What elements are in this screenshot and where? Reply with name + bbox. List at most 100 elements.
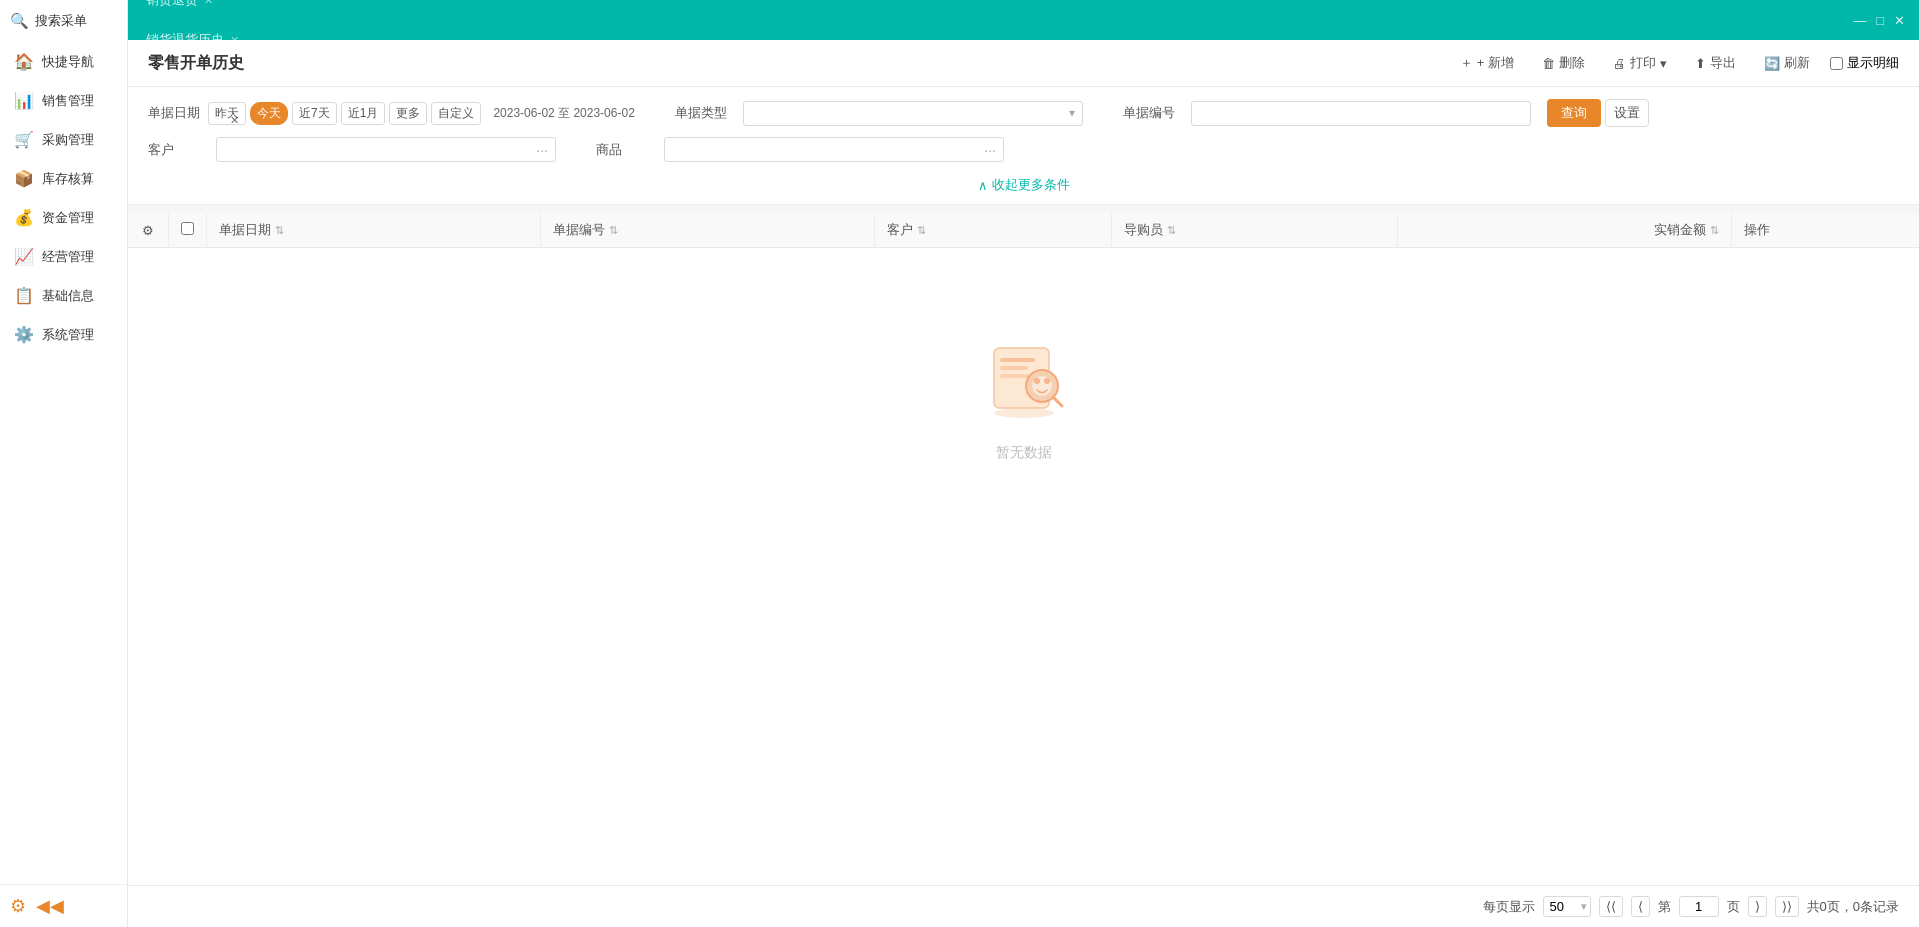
customer-input-wrap: ··· (216, 137, 556, 162)
sidebar-item-inventory[interactable]: 📦 库存核算 (0, 159, 127, 198)
delete-button[interactable]: 🗑 删除 (1534, 50, 1593, 76)
doc-type-select-wrap: ▾ (743, 101, 1083, 126)
display-cols-checkbox-wrap[interactable]: 显示明细 (1830, 54, 1899, 72)
date-btn-custom[interactable]: 自定义 (431, 102, 481, 125)
sidebar-item-quick-nav[interactable]: 🏠快捷导航 (0, 42, 127, 81)
goods-dots-icon[interactable]: ··· (984, 142, 996, 158)
sidebar-search[interactable]: 🔍 搜索采单 (0, 0, 127, 42)
tab-close-sales-return-history[interactable]: ✕ (230, 34, 239, 47)
print-button[interactable]: 🖨 打印 ▾ (1605, 50, 1675, 76)
date-btn-last7[interactable]: 近7天 (292, 102, 337, 125)
sidebar-item-label: 库存核算 (42, 170, 94, 188)
sidebar-item-purchase-mgmt[interactable]: 🛒采购管理 (0, 120, 127, 159)
tab-bar-right: — □ ✕ (1853, 13, 1915, 28)
toolbar: ＋ + 新增 🗑 删除 🖨 打印 ▾ ⬆ 导出 🔄 (1452, 50, 1899, 76)
th-settings[interactable]: ⚙ (128, 213, 168, 248)
date-btn-today[interactable]: 今天 (250, 102, 288, 125)
main-area: 首页销售订单✕销货退货✕销货退货历史✕零售开单✕零售开单历史✕ — □ ✕ 零售… (128, 0, 1919, 927)
collapse-label: 收起更多条件 (992, 176, 1070, 194)
customer-input[interactable] (216, 137, 556, 162)
collapse-icon[interactable]: ◀◀ (36, 895, 64, 917)
tab-bar: 首页销售订单✕销货退货✕销货退货历史✕零售开单✕零售开单历史✕ — □ ✕ (128, 0, 1919, 40)
tab-close-retail-open-history[interactable]: ✕ (230, 114, 239, 127)
window-minimize-btn[interactable]: — (1853, 13, 1866, 28)
th-number[interactable]: 单据编号 ⇅ (540, 213, 874, 248)
sidebar-item-ops-mgmt[interactable]: 📈 经营管理 (0, 237, 127, 276)
inventory-icon: 📦 (14, 169, 34, 188)
doc-type-select[interactable] (743, 101, 1083, 126)
filter-row-1: 单据日期 昨天今天近7天近1月更多自定义 2023-06-02 至 2023-0… (148, 99, 1899, 127)
sidebar-item-sys-mgmt[interactable]: ⚙️系统管理 (0, 315, 127, 354)
svg-rect-4 (1000, 374, 1032, 378)
customer-dots-icon[interactable]: ··· (536, 142, 548, 158)
sidebar-item-basic-info[interactable]: 📋 基础信息 (0, 276, 127, 315)
doc-number-input[interactable] (1191, 101, 1531, 126)
goods-input-wrap: ··· (664, 137, 1004, 162)
page-content: 零售开单历史 ＋ + 新增 🗑 删除 🖨 打印 ▾ ⬆ 导出 (128, 40, 1919, 927)
settings-icon[interactable]: ⚙ (10, 895, 26, 917)
page-number-input[interactable] (1679, 896, 1719, 917)
collapse-bar[interactable]: ∧ 收起更多条件 (148, 172, 1899, 194)
data-table: ⚙ 单据日期 ⇅ 单据编号 (128, 213, 1919, 248)
delete-icon: 🗑 (1542, 56, 1555, 71)
tab-close-sales-return[interactable]: ✕ (204, 0, 213, 7)
empty-text: 暂无数据 (996, 444, 1052, 462)
page-size-wrap: 50 10 20 100 ▾ (1543, 896, 1591, 917)
refresh-button[interactable]: 🔄 刷新 (1756, 50, 1818, 76)
first-page-btn[interactable]: ⟨⟨ (1599, 896, 1623, 917)
basic-info-icon: 📋 (14, 286, 34, 305)
sort-date-icon: ⇅ (275, 224, 284, 237)
th-date[interactable]: 单据日期 ⇅ (206, 213, 540, 248)
query-button[interactable]: 查询 (1547, 99, 1601, 127)
next-page-btn[interactable]: ⟩ (1748, 896, 1767, 917)
sort-guide-icon: ⇅ (1167, 224, 1176, 237)
column-settings-icon[interactable]: ⚙ (142, 223, 154, 238)
sidebar-item-finance[interactable]: 💰资金管理 (0, 198, 127, 237)
search-icon: 🔍 (10, 12, 29, 30)
print-icon: 🖨 (1613, 56, 1626, 71)
last-page-btn[interactable]: ⟩⟩ (1775, 896, 1799, 917)
export-button[interactable]: ⬆ 导出 (1687, 50, 1744, 76)
add-button[interactable]: ＋ + 新增 (1452, 50, 1522, 76)
window-close-btn[interactable]: ✕ (1894, 13, 1905, 28)
window-maximize-btn[interactable]: □ (1876, 13, 1884, 28)
print-dropdown-icon: ▾ (1660, 56, 1667, 71)
pagination-bar: 每页显示 50 10 20 100 ▾ ⟨⟨ ⟨ 第 页 ⟩ ⟩⟩ 共0页，0条… (128, 885, 1919, 927)
select-all-checkbox[interactable] (181, 222, 194, 235)
svg-point-0 (994, 408, 1054, 418)
date-btn-last1m[interactable]: 近1月 (341, 102, 386, 125)
th-guide[interactable]: 导购员 ⇅ (1112, 213, 1398, 248)
tab-sales-return[interactable]: 销货退货✕ (132, 0, 253, 20)
th-amount[interactable]: 实销金额 ⇅ (1397, 213, 1731, 248)
date-btn-yesterday[interactable]: 昨天 (208, 102, 246, 125)
purchase-mgmt-icon: 🛒 (14, 130, 34, 149)
finance-icon: 💰 (14, 208, 34, 227)
svg-rect-3 (1000, 366, 1028, 370)
collapse-icon: ∧ (978, 178, 988, 193)
per-page-label: 每页显示 (1483, 898, 1535, 916)
sidebar-item-label: 经营管理 (42, 248, 94, 266)
page-title: 零售开单历史 (148, 53, 244, 74)
display-cols-checkbox[interactable] (1830, 57, 1843, 70)
per-page-select[interactable]: 50 10 20 100 (1543, 896, 1591, 917)
total-text: 共0页，0条记录 (1807, 898, 1899, 916)
sidebar-item-sales-mgmt[interactable]: 📊销售管理 (0, 81, 127, 120)
empty-illustration (974, 328, 1074, 428)
svg-point-8 (1034, 378, 1040, 384)
goods-input[interactable] (664, 137, 1004, 162)
tab-close-retail-open[interactable]: ✕ (204, 74, 213, 87)
sort-number-icon: ⇅ (609, 224, 618, 237)
doc-type-label: 单据类型 (675, 104, 735, 122)
prev-page-btn[interactable]: ⟨ (1631, 896, 1650, 917)
ops-mgmt-icon: 📈 (14, 247, 34, 266)
sys-mgmt-icon: ⚙️ (14, 325, 34, 344)
sidebar-item-label: 快捷导航 (42, 53, 94, 71)
sidebar-nav: 🏠快捷导航📊销售管理🛒采购管理 📦 库存核算 💰资金管理 📈 经营管理 📋 基础信息 ⚙️系统管… (0, 42, 127, 354)
th-checkbox[interactable] (168, 213, 206, 248)
sidebar-item-label: 基础信息 (42, 287, 94, 305)
settings-filter-button[interactable]: 设置 (1605, 99, 1649, 127)
page-suffix: 页 (1727, 898, 1740, 916)
th-customer[interactable]: 客户 ⇅ (874, 213, 1112, 248)
date-btn-more[interactable]: 更多 (389, 102, 427, 125)
date-buttons: 昨天今天近7天近1月更多自定义 (208, 102, 481, 125)
